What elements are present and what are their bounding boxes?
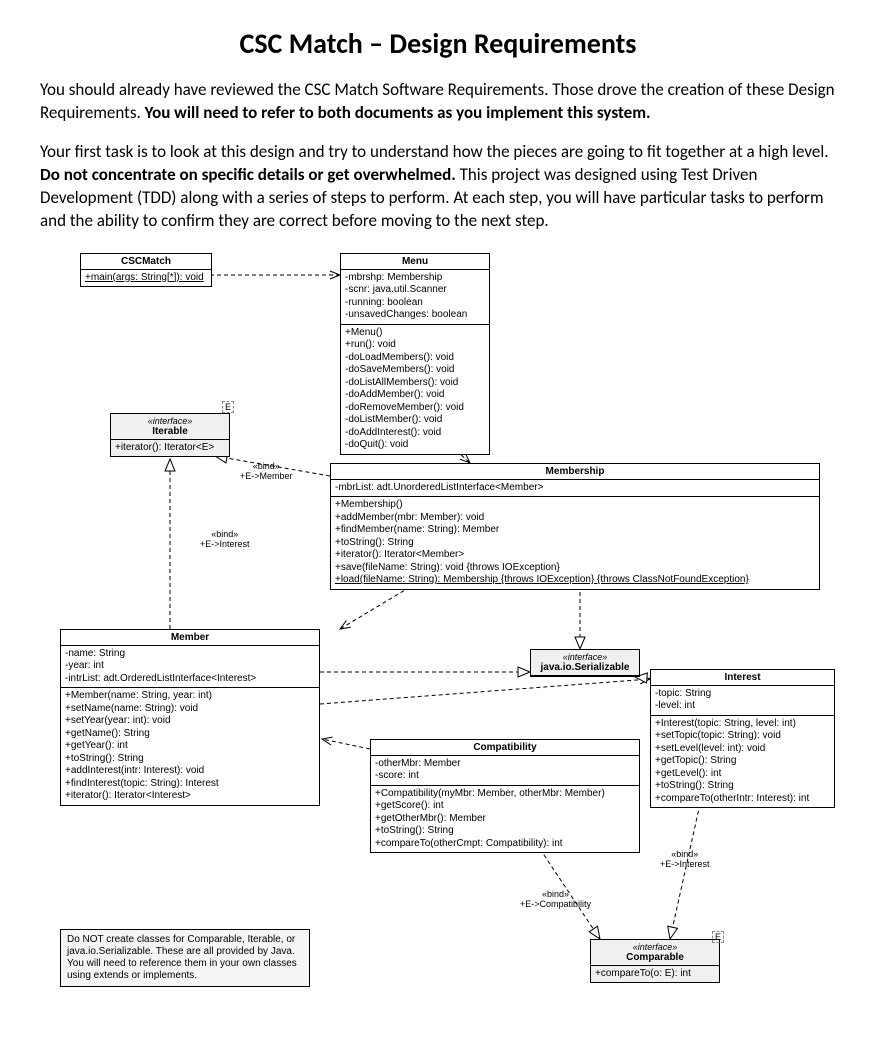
type-param-e: E — [222, 401, 234, 413]
interface-comparable: «interface» Comparable +compareTo(o: E):… — [590, 939, 720, 984]
class-ops: +Compatibility(myMbr: Member, otherMbr: … — [371, 786, 639, 853]
bind-label-interest: «bind» +E->Interest — [200, 529, 250, 549]
class-ops: +Membership() +addMember(mbr: Member): v… — [331, 497, 819, 589]
intro-text-bold: You will need to refer to both documents… — [145, 102, 651, 123]
bind-label-member: «bind» +E->Member — [240, 461, 293, 481]
class-name: Iterable — [152, 426, 188, 437]
class-title: «interface» Comparable — [591, 940, 719, 966]
uml-diagram: CSCMatch +main(args: String[*]): void Me… — [40, 249, 840, 1009]
class-title: Interest — [651, 670, 834, 686]
class-cscmatch: CSCMatch +main(args: String[*]): void — [80, 253, 212, 288]
class-ops: +main(args: String[*]): void — [85, 272, 204, 283]
class-title: Compatibility — [371, 740, 639, 756]
interface-serializable: «interface» java.io.Serializable — [530, 649, 640, 677]
bind-label-interest2: «bind» +E->Interest — [660, 849, 710, 869]
class-ops: +Menu() +run(): void -doLoadMembers(): v… — [341, 325, 489, 454]
class-ops: +Interest(topic: String, level: int) +se… — [651, 716, 834, 808]
class-title: CSCMatch — [81, 254, 211, 270]
type-param-e: E — [712, 931, 724, 943]
class-compatibility: Compatibility -otherMbr: Member -score: … — [370, 739, 640, 854]
class-attrs: -mbrList: adt.UnorderedListInterface<Mem… — [331, 480, 819, 498]
diagram-note: Do NOT create classes for Comparable, It… — [60, 929, 310, 987]
stereotype: «interface» — [115, 416, 225, 426]
class-ops: +Member(name: String, year: int) +setNam… — [61, 688, 319, 805]
class-attrs: -otherMbr: Member -score: int — [371, 756, 639, 786]
class-title: «interface» Iterable — [111, 414, 229, 440]
class-menu: Menu -mbrshp: Membership -scnr: java.uti… — [340, 253, 490, 455]
class-name: java.io.Serializable — [541, 662, 630, 673]
class-title: Menu — [341, 254, 489, 270]
class-attrs: -name: String -year: int -intrList: adt.… — [61, 646, 319, 689]
class-ops: +iterator(): Iterator<E> — [111, 440, 229, 457]
class-attrs: -topic: String -level: int — [651, 686, 834, 716]
class-membership: Membership -mbrList: adt.UnorderedListIn… — [330, 463, 820, 590]
intro-paragraph-1: You should already have reviewed the CSC… — [40, 79, 836, 125]
intro-paragraph-2: Your first task is to look at this desig… — [40, 141, 836, 233]
stereotype: «interface» — [595, 942, 715, 952]
interface-iterable: «interface» Iterable +iterator(): Iterat… — [110, 413, 230, 458]
stereotype: «interface» — [535, 652, 635, 662]
class-title: «interface» java.io.Serializable — [531, 650, 639, 676]
class-ops: +compareTo(o: E): int — [591, 966, 719, 983]
class-interest: Interest -topic: String -level: int +Int… — [650, 669, 835, 809]
class-title: Membership — [331, 464, 819, 480]
class-title: Member — [61, 630, 319, 646]
class-name: Comparable — [626, 952, 684, 963]
page-title: CSC Match – Design Requirements — [40, 26, 836, 61]
class-member: Member -name: String -year: int -intrLis… — [60, 629, 320, 806]
bind-label-compatibility: «bind» +E->Compatibility — [520, 889, 591, 909]
intro-text: Your first task is to look at this desig… — [40, 141, 829, 162]
class-attrs: -mbrshp: Membership -scnr: java.util.Sca… — [341, 270, 489, 325]
intro-text-bold: Do not concentrate on specific details o… — [40, 164, 456, 185]
